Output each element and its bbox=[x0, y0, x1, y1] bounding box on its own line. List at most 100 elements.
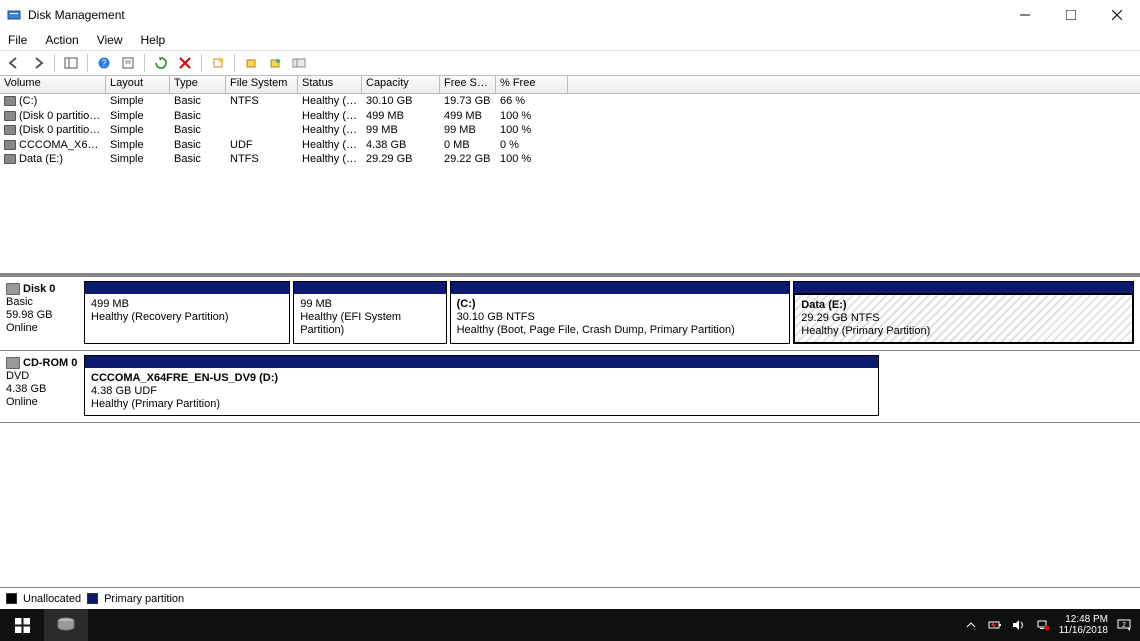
disk-row: Disk 0Basic59.98 GBOnline499 MBHealthy (… bbox=[0, 277, 1140, 351]
volume-cell: 0 % bbox=[496, 139, 568, 151]
maximize-button[interactable] bbox=[1048, 0, 1094, 30]
refresh-button[interactable] bbox=[151, 53, 171, 73]
help-button[interactable]: ? bbox=[94, 53, 114, 73]
volume-cell: CCCOMA_X64FRE... bbox=[0, 139, 106, 151]
volume-cell: Basic bbox=[170, 110, 226, 122]
volume-cell: NTFS bbox=[226, 153, 298, 165]
disk-icon bbox=[6, 357, 20, 369]
action1-button[interactable] bbox=[241, 53, 261, 73]
tray-volume-icon[interactable] bbox=[1011, 617, 1027, 633]
action3-button[interactable] bbox=[289, 53, 309, 73]
volume-cell: Basic bbox=[170, 95, 226, 107]
partition[interactable]: (C:)30.10 GB NTFSHealthy (Boot, Page Fil… bbox=[450, 281, 791, 344]
disk-info[interactable]: CD-ROM 0DVD4.38 GBOnline bbox=[2, 355, 84, 416]
volume-row[interactable]: (Disk 0 partition 1)SimpleBasicHealthy (… bbox=[0, 109, 1140, 124]
column-header[interactable]: Status bbox=[298, 76, 362, 93]
menu-help[interactable]: Help bbox=[139, 32, 168, 48]
title-bar: Disk Management bbox=[0, 0, 1140, 30]
volume-cell: 99 MB bbox=[440, 124, 496, 136]
partition-bar bbox=[85, 282, 289, 294]
menu-action[interactable]: Action bbox=[43, 32, 80, 48]
forward-button[interactable] bbox=[28, 53, 48, 73]
taskbar: 12:48 PM 11/16/2018 2 bbox=[0, 609, 1140, 641]
volume-cell: Healthy (B... bbox=[298, 95, 362, 107]
show-hide-button[interactable] bbox=[61, 53, 81, 73]
disk-info[interactable]: Disk 0Basic59.98 GBOnline bbox=[2, 281, 84, 344]
column-header[interactable]: Capacity bbox=[362, 76, 440, 93]
taskbar-date: 11/16/2018 bbox=[1059, 625, 1108, 636]
taskbar-app-diskmgmt[interactable] bbox=[44, 609, 88, 641]
tray-network-icon[interactable] bbox=[1035, 617, 1051, 633]
volume-icon bbox=[4, 111, 16, 121]
partition-body: 499 MBHealthy (Recovery Partition) bbox=[85, 294, 289, 343]
partition-body: 99 MBHealthy (EFI System Partition) bbox=[294, 294, 445, 343]
legend-primary-label: Primary partition bbox=[104, 593, 184, 605]
volume-cell: UDF bbox=[226, 139, 298, 151]
volume-cell: 30.10 GB bbox=[362, 95, 440, 107]
properties-button[interactable] bbox=[118, 53, 138, 73]
delete-button[interactable] bbox=[175, 53, 195, 73]
close-button[interactable] bbox=[1094, 0, 1140, 30]
tray-notifications-icon[interactable]: 2 bbox=[1116, 617, 1132, 633]
back-button[interactable] bbox=[4, 53, 24, 73]
volume-list-header: VolumeLayoutTypeFile SystemStatusCapacit… bbox=[0, 76, 1140, 94]
new-button[interactable] bbox=[208, 53, 228, 73]
partition[interactable]: 99 MBHealthy (EFI System Partition) bbox=[293, 281, 446, 344]
partition[interactable]: CCCOMA_X64FRE_EN-US_DV9 (D:)4.38 GB UDFH… bbox=[84, 355, 879, 416]
window-controls bbox=[1002, 0, 1140, 30]
partition[interactable]: Data (E:)29.29 GB NTFSHealthy (Primary P… bbox=[793, 281, 1134, 344]
menu-view[interactable]: View bbox=[95, 32, 125, 48]
volume-cell: Simple bbox=[106, 124, 170, 136]
volume-row[interactable]: Data (E:)SimpleBasicNTFSHealthy (P...29.… bbox=[0, 152, 1140, 167]
volume-cell: 19.73 GB bbox=[440, 95, 496, 107]
volume-cell: Simple bbox=[106, 139, 170, 151]
volume-icon bbox=[4, 125, 16, 135]
volume-cell: 29.22 GB bbox=[440, 153, 496, 165]
volume-row[interactable]: (C:)SimpleBasicNTFSHealthy (B...30.10 GB… bbox=[0, 94, 1140, 109]
column-header[interactable]: Volume bbox=[0, 76, 106, 93]
column-header[interactable]: % Free bbox=[496, 76, 568, 93]
volume-cell: Basic bbox=[170, 124, 226, 136]
volume-cell: 0 MB bbox=[440, 139, 496, 151]
column-header[interactable]: File System bbox=[226, 76, 298, 93]
volume-cell: Healthy (R... bbox=[298, 110, 362, 122]
tray-up-icon[interactable] bbox=[963, 617, 979, 633]
svg-text:?: ? bbox=[101, 58, 106, 68]
volume-cell: Simple bbox=[106, 110, 170, 122]
volume-icon bbox=[4, 140, 16, 150]
volume-cell: 100 % bbox=[496, 110, 568, 122]
legend-unallocated-label: Unallocated bbox=[23, 593, 81, 605]
start-button[interactable] bbox=[0, 609, 44, 641]
action2-button[interactable] bbox=[265, 53, 285, 73]
volume-cell: 499 MB bbox=[362, 110, 440, 122]
taskbar-time: 12:48 PM bbox=[1059, 614, 1108, 625]
volume-row[interactable]: CCCOMA_X64FRE...SimpleBasicUDFHealthy (P… bbox=[0, 138, 1140, 153]
taskbar-clock[interactable]: 12:48 PM 11/16/2018 bbox=[1059, 614, 1108, 636]
partition-body: CCCOMA_X64FRE_EN-US_DV9 (D:)4.38 GB UDFH… bbox=[85, 368, 878, 415]
menu-file[interactable]: File bbox=[6, 32, 29, 48]
volume-cell: Healthy (E... bbox=[298, 124, 362, 136]
partition-bar bbox=[451, 282, 790, 294]
volume-row[interactable]: (Disk 0 partition 2)SimpleBasicHealthy (… bbox=[0, 123, 1140, 138]
toolbar: ? bbox=[0, 50, 1140, 76]
volume-cell: Simple bbox=[106, 95, 170, 107]
volume-cell: Simple bbox=[106, 153, 170, 165]
volume-cell: 66 % bbox=[496, 95, 568, 107]
window-title: Disk Management bbox=[28, 8, 1002, 22]
column-header[interactable]: Type bbox=[170, 76, 226, 93]
legend: Unallocated Primary partition bbox=[0, 587, 1140, 609]
tray-battery-icon[interactable] bbox=[987, 617, 1003, 633]
svg-text:2: 2 bbox=[1122, 622, 1126, 629]
column-header[interactable]: Layout bbox=[106, 76, 170, 93]
disk-row: CD-ROM 0DVD4.38 GBOnlineCCCOMA_X64FRE_EN… bbox=[0, 351, 1140, 423]
menu-bar: File Action View Help bbox=[0, 30, 1140, 50]
volume-cell: 499 MB bbox=[440, 110, 496, 122]
partition[interactable]: 499 MBHealthy (Recovery Partition) bbox=[84, 281, 290, 344]
graphical-view: Disk 0Basic59.98 GBOnline499 MBHealthy (… bbox=[0, 274, 1140, 609]
disk-icon bbox=[6, 283, 20, 295]
minimize-button[interactable] bbox=[1002, 0, 1048, 30]
volume-cell: Basic bbox=[170, 139, 226, 151]
legend-unallocated-swatch bbox=[6, 593, 17, 604]
partition-bar bbox=[294, 282, 445, 294]
column-header[interactable]: Free Spa... bbox=[440, 76, 496, 93]
